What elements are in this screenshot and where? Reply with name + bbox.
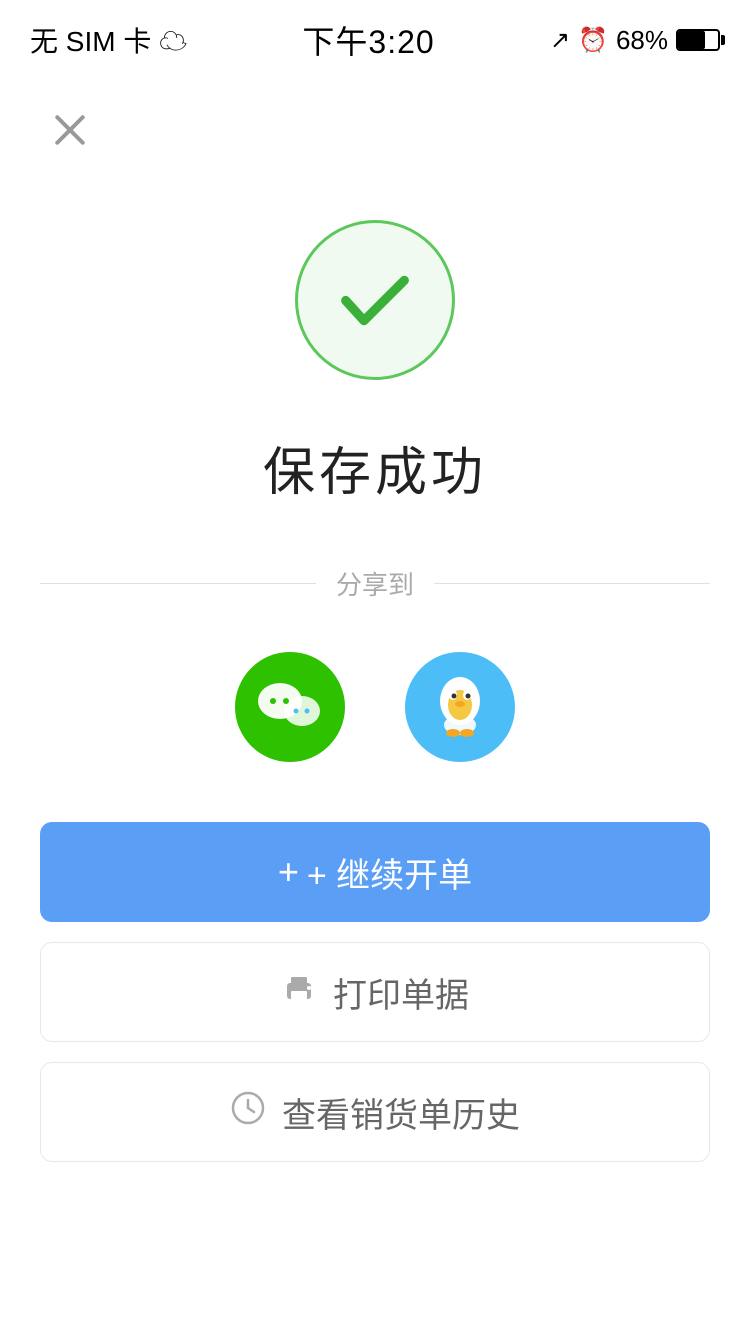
continue-button[interactable]: + + 继续开单	[40, 822, 710, 922]
signal-text: 无 SIM 卡 ☁	[30, 20, 187, 60]
checkmark-icon	[335, 273, 415, 328]
status-bar: 无 SIM 卡 ☁ 下午3:20 ↗ ⏰ 68%	[0, 0, 750, 80]
share-divider-row: 分享到	[40, 565, 710, 602]
battery-percent: 68%	[616, 25, 668, 56]
history-button-label: 查看销货单历史	[282, 1088, 520, 1137]
success-circle	[295, 220, 455, 380]
main-content: 保存成功 分享到	[0, 80, 750, 1222]
history-button[interactable]: 查看销货单历史	[40, 1062, 710, 1162]
continue-button-label: + 继续开单	[307, 848, 472, 897]
alarm-icon: ⏰	[578, 26, 608, 55]
status-left: 无 SIM 卡 ☁	[30, 20, 187, 60]
close-button[interactable]	[40, 100, 100, 160]
printer-icon	[281, 970, 317, 1014]
battery-icon	[676, 29, 720, 51]
status-right: ↗ ⏰ 68%	[550, 25, 720, 56]
wechat-icon	[256, 677, 324, 737]
share-icons-row	[40, 652, 710, 762]
qq-icon	[429, 673, 491, 741]
plus-icon: +	[278, 851, 299, 893]
location-icon: ↗	[550, 26, 570, 55]
success-title: 保存成功	[263, 430, 487, 505]
close-icon	[50, 110, 90, 150]
action-buttons: + + 继续开单 打印单据	[40, 822, 710, 1162]
share-section: 分享到	[40, 565, 710, 762]
share-label: 分享到	[336, 565, 414, 602]
wechat-share-button[interactable]	[235, 652, 345, 762]
print-button-label: 打印单据	[333, 968, 469, 1017]
share-line-left	[40, 583, 316, 584]
print-button[interactable]: 打印单据	[40, 942, 710, 1042]
clock-icon	[230, 1090, 266, 1135]
status-time: 下午3:20	[302, 17, 434, 63]
qq-share-button[interactable]	[405, 652, 515, 762]
share-line-right	[434, 583, 710, 584]
